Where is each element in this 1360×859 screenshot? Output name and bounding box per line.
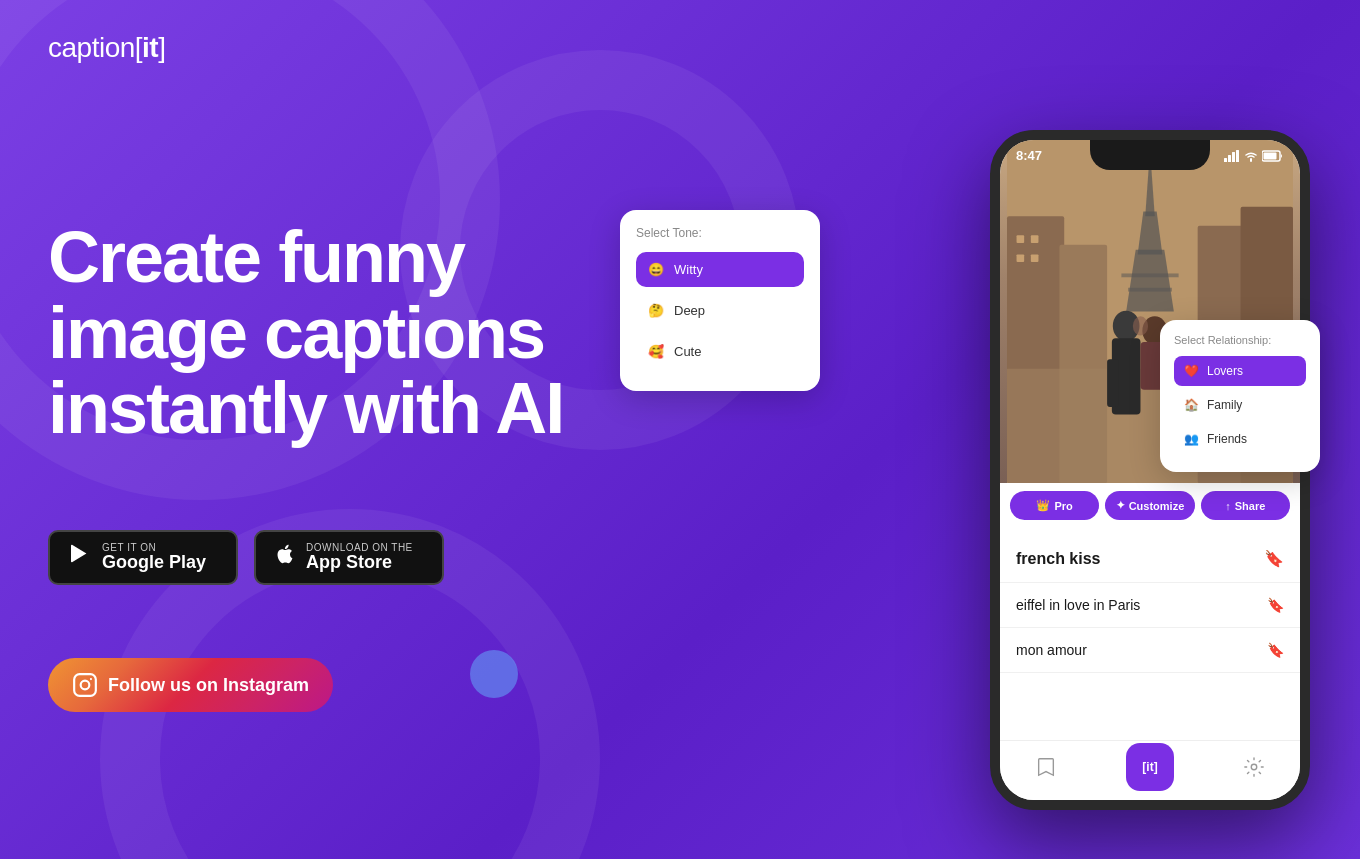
- svg-rect-16: [1017, 254, 1025, 262]
- phone-action-bar: 👑 Pro ✦ Customize ↑ Share: [1000, 483, 1300, 528]
- nav-bookmark-icon[interactable]: [1035, 756, 1057, 778]
- logo-text: caption: [48, 32, 135, 63]
- relationship-card: Select Relationship: ❤️ Lovers 🏠 Family …: [1160, 320, 1320, 472]
- tone-card-title: Select Tone:: [636, 226, 804, 240]
- svg-point-1: [81, 681, 90, 690]
- google-play-icon: [68, 542, 92, 573]
- svg-rect-8: [1264, 152, 1277, 159]
- logo: caption[it]: [48, 32, 165, 64]
- caption-text-2: eiffel in love in Paris: [1016, 597, 1140, 613]
- blue-dot: [470, 650, 518, 698]
- wifi-icon: [1244, 150, 1258, 162]
- status-time: 8:47: [1016, 148, 1042, 163]
- logo-bracket-open: [: [135, 32, 142, 63]
- app-store-text: Download on the App Store: [306, 542, 413, 573]
- share-label: Share: [1235, 500, 1266, 512]
- witty-emoji: 😄: [648, 262, 664, 277]
- svg-rect-21: [1121, 273, 1178, 277]
- svg-rect-4: [1228, 155, 1231, 162]
- customize-button[interactable]: ✦ Customize: [1105, 491, 1194, 520]
- signal-icon: [1224, 150, 1240, 162]
- family-label: Family: [1207, 398, 1242, 412]
- app-store-button[interactable]: Download on the App Store: [254, 530, 444, 585]
- svg-rect-6: [1236, 150, 1239, 162]
- customize-icon: ✦: [1116, 499, 1125, 512]
- svg-rect-5: [1232, 152, 1235, 162]
- deep-emoji: 🤔: [648, 303, 664, 318]
- phone-nav-bar: [it]: [1000, 740, 1300, 800]
- tone-option-deep[interactable]: 🤔 Deep: [636, 293, 804, 328]
- family-icon: 🏠: [1184, 398, 1199, 412]
- bookmark-icon-3[interactable]: 🔖: [1267, 642, 1284, 658]
- svg-rect-3: [1224, 158, 1227, 162]
- logo-bracket-close: ]: [158, 32, 165, 63]
- instagram-icon: [72, 672, 98, 698]
- svg-rect-22: [1128, 288, 1172, 292]
- pro-label: Pro: [1054, 500, 1072, 512]
- relationship-card-title: Select Relationship:: [1174, 334, 1306, 346]
- phone-container: Select Tone: 😄 Witty 🤔 Deep 🥰 Cute Selec…: [610, 50, 1330, 850]
- instagram-label: Follow us on Instagram: [108, 675, 309, 696]
- customize-label: Customize: [1129, 500, 1185, 512]
- caption-item-1[interactable]: french kiss 🔖: [1000, 535, 1300, 583]
- nav-home-button[interactable]: [it]: [1126, 743, 1174, 791]
- nav-settings-icon[interactable]: [1243, 756, 1265, 778]
- friends-icon: 👥: [1184, 432, 1199, 446]
- hero-headline: Create funny image captions instantly wi…: [48, 220, 668, 447]
- svg-rect-14: [1017, 235, 1025, 243]
- svg-rect-0: [74, 674, 96, 696]
- deep-label: Deep: [674, 303, 705, 318]
- header: caption[it]: [48, 32, 165, 64]
- relationship-option-family[interactable]: 🏠 Family: [1174, 390, 1306, 420]
- nav-logo-icon: [it]: [1142, 760, 1157, 774]
- caption-text-1: french kiss: [1016, 550, 1100, 568]
- svg-point-2: [90, 678, 92, 680]
- cute-emoji: 🥰: [648, 344, 664, 359]
- svg-rect-17: [1031, 254, 1039, 262]
- google-play-button[interactable]: GET IT ON Google Play: [48, 530, 238, 585]
- download-buttons: GET IT ON Google Play Download on the Ap…: [48, 530, 444, 585]
- hero-section: Create funny image captions instantly wi…: [48, 220, 668, 447]
- relationship-option-lovers[interactable]: ❤️ Lovers: [1174, 356, 1306, 386]
- google-play-line2: Google Play: [102, 553, 206, 573]
- pro-crown-icon: 👑: [1036, 499, 1050, 512]
- friends-label: Friends: [1207, 432, 1247, 446]
- pro-button[interactable]: 👑 Pro: [1010, 491, 1099, 520]
- instagram-button[interactable]: Follow us on Instagram: [48, 658, 333, 712]
- lovers-label: Lovers: [1207, 364, 1243, 378]
- share-button[interactable]: ↑ Share: [1201, 491, 1290, 520]
- relationship-option-friends[interactable]: 👥 Friends: [1174, 424, 1306, 454]
- caption-text-3: mon amour: [1016, 642, 1087, 658]
- tone-option-cute[interactable]: 🥰 Cute: [636, 334, 804, 369]
- caption-list: french kiss 🔖 eiffel in love in Paris 🔖 …: [1000, 535, 1300, 740]
- bookmark-icon-1[interactable]: 🔖: [1264, 549, 1284, 568]
- svg-rect-26: [1107, 359, 1118, 407]
- svg-rect-15: [1031, 235, 1039, 243]
- share-icon: ↑: [1225, 500, 1231, 512]
- tone-card: Select Tone: 😄 Witty 🤔 Deep 🥰 Cute: [620, 210, 820, 391]
- caption-item-2[interactable]: eiffel in love in Paris 🔖: [1000, 583, 1300, 628]
- cute-label: Cute: [674, 344, 701, 359]
- svg-point-29: [1133, 316, 1148, 335]
- caption-item-3[interactable]: mon amour 🔖: [1000, 628, 1300, 673]
- bookmark-icon-2[interactable]: 🔖: [1267, 597, 1284, 613]
- apple-icon: [274, 542, 296, 573]
- app-store-line2: App Store: [306, 553, 413, 573]
- logo-it: it: [142, 32, 158, 63]
- svg-point-30: [1252, 764, 1258, 770]
- status-icons: [1224, 150, 1284, 162]
- lovers-icon: ❤️: [1184, 364, 1199, 378]
- phone-status-bar: 8:47: [1016, 148, 1284, 163]
- battery-icon: [1262, 150, 1284, 162]
- tone-option-witty[interactable]: 😄 Witty: [636, 252, 804, 287]
- google-play-text: GET IT ON Google Play: [102, 542, 206, 573]
- witty-label: Witty: [674, 262, 703, 277]
